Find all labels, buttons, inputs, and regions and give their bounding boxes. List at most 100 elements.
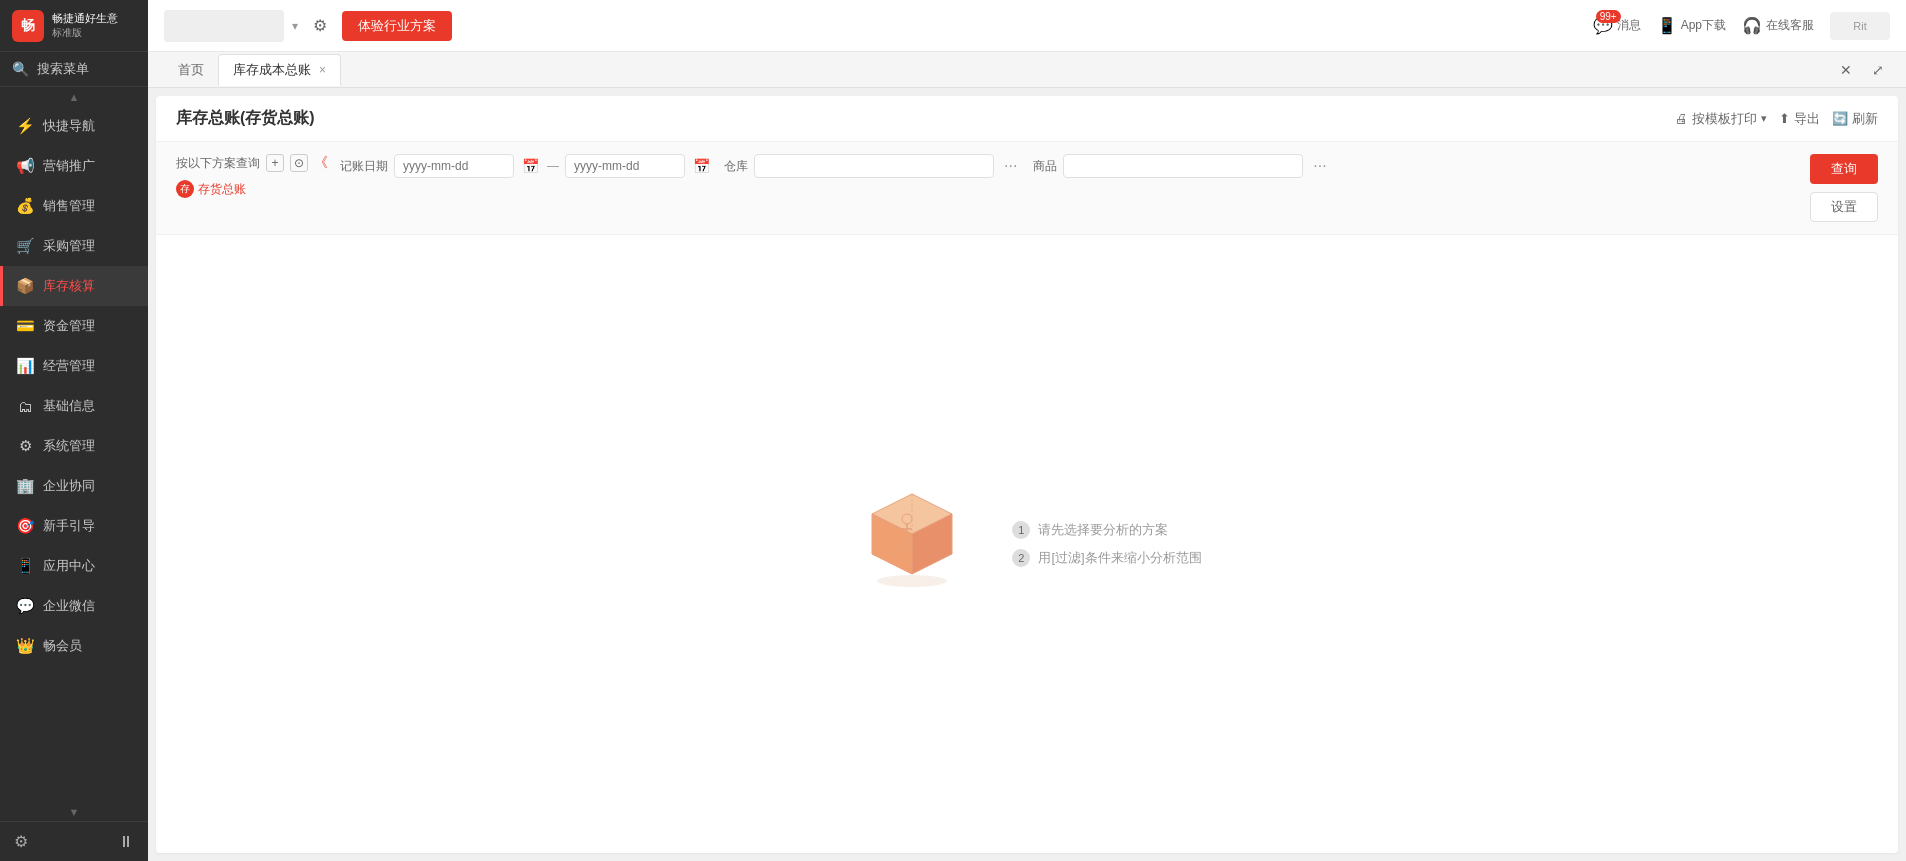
enterprise-icon: 🏢 [15,477,35,495]
hint-1-text: 请先选择要分析的方案 [1038,521,1168,539]
sidebar-item-label: 应用中心 [43,557,95,575]
empty-text: 1 请先选择要分析的方案 2 用[过滤]条件来缩小分析范围 [1012,521,1201,567]
svg-point-4 [877,575,947,587]
sidebar-item-marketing[interactable]: 📢 营销推广 [0,146,148,186]
sidebar-nav: ⚡ 快捷导航 📢 营销推广 💰 销售管理 🛒 采购管理 📦 库存核算 💳 资金管… [0,106,148,802]
warehouse-more-btn[interactable]: ··· [1000,157,1021,175]
tab-home-label: 首页 [178,61,204,79]
sidebar-item-newbie[interactable]: 🎯 新手引导 [0,506,148,546]
export-btn[interactable]: ⬆ 导出 [1779,110,1820,128]
marketing-icon: 📢 [15,157,35,175]
sidebar-item-member[interactable]: 👑 畅会员 [0,626,148,666]
industry-btn[interactable]: 体验行业方案 [342,11,452,41]
tab-home[interactable]: 首页 [164,55,218,85]
warehouse-input[interactable] [754,154,994,178]
filter-scheme-panel: 按以下方案查询 + ⊙ 《 存 存货总账 [176,154,328,198]
scroll-down-area: ▼ [0,802,148,821]
tab-close-icon[interactable]: × [319,63,326,77]
message-badge: 99+ [1596,10,1621,23]
sidebar-item-enterprise[interactable]: 🏢 企业协同 [0,466,148,506]
search-icon: 🔍 [12,61,29,77]
page-area: 库存总账(存货总账) 🖨 按模板打印 ▾ ⬆ 导出 🔄 刷新 [156,96,1898,853]
hint-2-num: 2 [1012,549,1030,567]
filter-add-btn[interactable]: + [266,154,284,172]
online-support-label: 在线客服 [1766,17,1814,34]
hint-2-text: 用[过滤]条件来缩小分析范围 [1038,549,1201,567]
sidebar-item-purchase[interactable]: 🛒 采购管理 [0,226,148,266]
search-btn[interactable]: 查询 [1810,154,1878,184]
sidebar-item-system[interactable]: ⚙ 系统管理 [0,426,148,466]
tab-right-controls: ✕ ⤢ [1834,58,1890,82]
sidebar-item-wechat[interactable]: 💬 企业微信 [0,586,148,626]
empty-hint-2: 2 用[过滤]条件来缩小分析范围 [1012,549,1201,567]
refresh-icon: 🔄 [1832,111,1848,126]
sidebar-item-label: 销售管理 [43,197,95,215]
warehouse-label: 仓库 [724,158,748,175]
filter-group-warehouse: 仓库 ··· [724,154,1021,178]
scheme-icon: 存 [176,180,194,198]
message-action[interactable]: 💬 99+ 消息 [1593,16,1641,35]
sidebar-item-label: 企业协同 [43,477,95,495]
date-start-calendar-btn[interactable]: 📅 [520,158,541,174]
tab-inventory-ledger[interactable]: 库存成本总账 × [218,54,341,86]
filter-settings-btn[interactable]: 设置 [1810,192,1878,222]
date-end-input[interactable] [565,154,685,178]
sidebar-item-label: 经营管理 [43,357,95,375]
sidebar-item-label: 基础信息 [43,397,95,415]
app-download-label: App下载 [1681,17,1726,34]
sidebar-item-label: 库存核算 [43,277,95,295]
filter-group-date: 记账日期 📅 — 📅 [340,154,712,178]
tab-close-all-btn[interactable]: ✕ [1834,58,1858,82]
sidebar-item-operation[interactable]: 📊 经营管理 [0,346,148,386]
hint-1-num: 1 [1012,521,1030,539]
product-more-btn[interactable]: ··· [1309,157,1330,175]
sidebar-item-basic-info[interactable]: 🗂 基础信息 [0,386,148,426]
sidebar-item-quick-nav[interactable]: ⚡ 快捷导航 [0,106,148,146]
sidebar-item-label: 资金管理 [43,317,95,335]
date-end-calendar-btn[interactable]: 📅 [691,158,712,174]
sidebar-item-label: 采购管理 [43,237,95,255]
sidebar-item-finance[interactable]: 💳 资金管理 [0,306,148,346]
settings-footer-icon[interactable]: ⚙ [14,832,28,851]
filter-scheme-item[interactable]: 存 存货总账 [176,180,328,198]
system-icon: ⚙ [15,437,35,455]
sidebar-item-sales[interactable]: 💰 销售管理 [0,186,148,226]
volume-footer-icon[interactable]: ⏸ [118,833,134,851]
main-content: ▾ ⚙ 体验行业方案 💬 99+ 消息 📱 App下载 🎧 在线客服 Rit [148,0,1906,861]
date-label: 记账日期 [340,158,388,175]
print-btn[interactable]: 🖨 按模板打印 ▾ [1675,110,1767,128]
topbar-settings-btn[interactable]: ⚙ [306,12,334,40]
search-menu-label: 搜索菜单 [37,60,89,78]
sidebar-item-label: 营销推广 [43,157,95,175]
sidebar-item-app-center[interactable]: 📱 应用中心 [0,546,148,586]
topbar-right: 💬 99+ 消息 📱 App下载 🎧 在线客服 Rit [1593,12,1890,40]
scroll-up-icon[interactable]: ▲ [69,91,80,103]
print-arrow-icon: ▾ [1761,112,1767,125]
filter-collapse-btn[interactable]: 《 [314,154,328,172]
topbar-dropdown-arrow[interactable]: ▾ [292,19,298,33]
product-input[interactable] [1063,154,1303,178]
filter-label-text: 按以下方案查询 [176,155,260,172]
online-support-action[interactable]: 🎧 在线客服 [1742,16,1814,35]
app-download-action[interactable]: 📱 App下载 [1657,16,1726,35]
scroll-up-area: ▲ [0,87,148,106]
search-menu[interactable]: 🔍 搜索菜单 [0,52,148,87]
tab-expand-btn[interactable]: ⤢ [1866,58,1890,82]
date-start-input[interactable] [394,154,514,178]
filter-bar: 按以下方案查询 + ⊙ 《 存 存货总账 记账日期 📅 — [156,142,1898,235]
refresh-label: 刷新 [1852,110,1878,128]
product-label: 商品 [1033,158,1057,175]
purchase-icon: 🛒 [15,237,35,255]
filter-minus-btn[interactable]: ⊙ [290,154,308,172]
finance-icon: 💳 [15,317,35,335]
topbar-user[interactable]: Rit [1830,12,1890,40]
page-header-actions: 🖨 按模板打印 ▾ ⬆ 导出 🔄 刷新 [1675,110,1878,128]
sidebar-item-label: 畅会员 [43,637,82,655]
operation-icon: 📊 [15,357,35,375]
scroll-down-icon[interactable]: ▼ [69,806,80,818]
sidebar-item-inventory[interactable]: 📦 库存核算 [0,266,148,306]
refresh-btn[interactable]: 🔄 刷新 [1832,110,1878,128]
empty-illustration [852,484,972,604]
printer-icon: 🖨 [1675,111,1688,126]
logo-sub: 标准版 [52,26,118,40]
